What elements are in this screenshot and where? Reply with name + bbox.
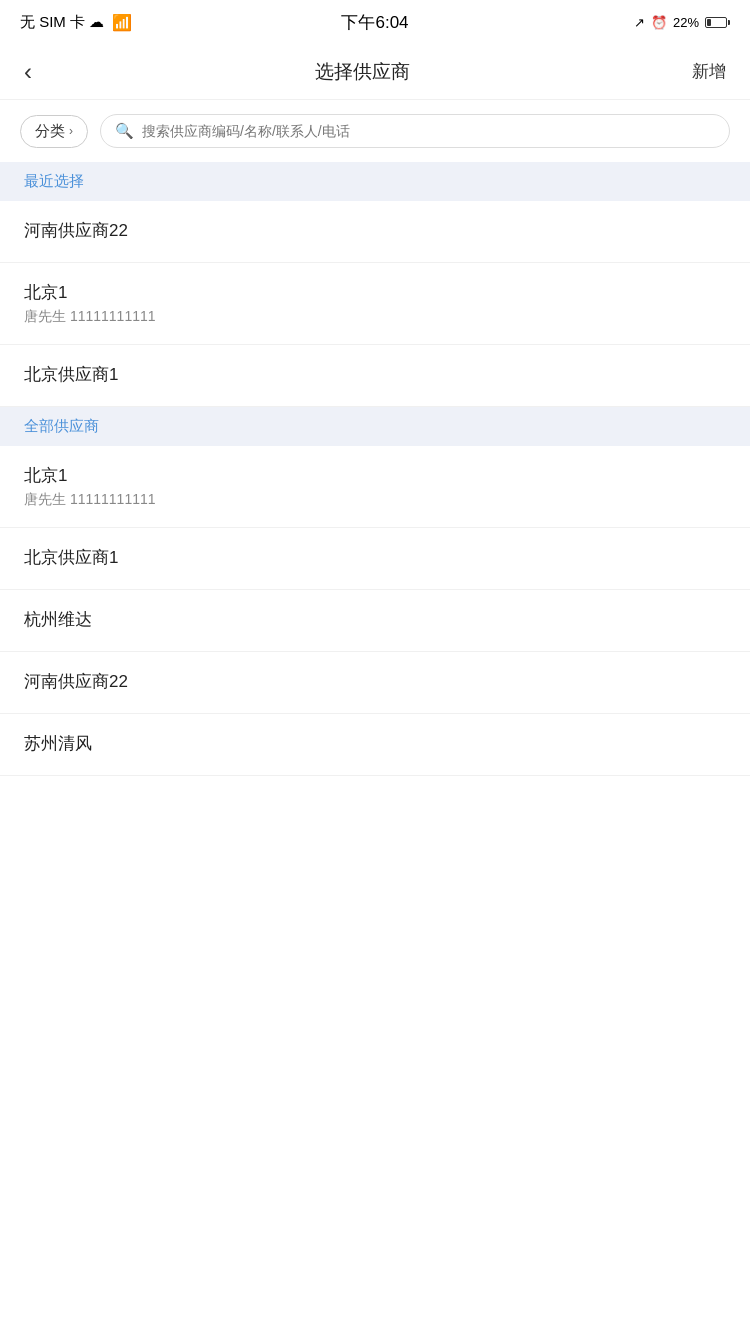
list-item[interactable]: 北京供应商1: [0, 345, 750, 407]
battery-percent: 22%: [673, 15, 699, 30]
item-sub: 唐先生 11111111111: [24, 308, 726, 326]
list-item[interactable]: 河南供应商22: [0, 652, 750, 714]
section-header-recent: 最近选择: [0, 162, 750, 201]
item-name: 北京供应商1: [24, 546, 726, 569]
status-left: 无 SIM 卡 ☁ 📶: [20, 13, 132, 32]
list-item[interactable]: 河南供应商22: [0, 201, 750, 263]
status-time: 下午6:04: [341, 11, 408, 34]
item-name: 苏州清风: [24, 732, 726, 755]
search-icon: 🔍: [115, 122, 134, 140]
list-item[interactable]: 北京1 唐先生 11111111111: [0, 263, 750, 345]
battery-icon: [705, 17, 730, 28]
item-name: 北京供应商1: [24, 363, 726, 386]
sim-label: 无 SIM 卡 ☁: [20, 13, 104, 32]
page-title: 选择供应商: [315, 59, 410, 85]
list-item[interactable]: 北京1 唐先生 11111111111: [0, 446, 750, 528]
list-item[interactable]: 北京供应商1: [0, 528, 750, 590]
sections-container: 最近选择河南供应商22 北京1 唐先生 11111111111 北京供应商1 全部供应商…: [0, 162, 750, 776]
nav-bar: ‹ 选择供应商 新增: [0, 44, 750, 100]
alarm-icon: ⏰: [651, 15, 667, 30]
item-name: 河南供应商22: [24, 670, 726, 693]
item-name: 杭州维达: [24, 608, 726, 631]
add-button[interactable]: 新增: [692, 60, 726, 83]
chevron-right-icon: ›: [69, 124, 73, 138]
item-name: 河南供应商22: [24, 219, 726, 242]
back-button[interactable]: ‹: [24, 58, 32, 86]
status-bar: 无 SIM 卡 ☁ 📶 下午6:04 ↗ ⏰ 22%: [0, 0, 750, 44]
search-box[interactable]: 🔍: [100, 114, 730, 148]
item-sub: 唐先生 11111111111: [24, 491, 726, 509]
item-name: 北京1: [24, 464, 726, 487]
category-button[interactable]: 分类 ›: [20, 115, 88, 148]
search-input[interactable]: [142, 123, 715, 139]
location-icon: ↗: [634, 15, 645, 30]
category-label: 分类: [35, 122, 65, 141]
item-name: 北京1: [24, 281, 726, 304]
wifi-icon: 📶: [112, 13, 132, 32]
status-right: ↗ ⏰ 22%: [634, 15, 730, 30]
list-item[interactable]: 杭州维达: [0, 590, 750, 652]
list-item[interactable]: 苏州清风: [0, 714, 750, 776]
section-header-all: 全部供应商: [0, 407, 750, 446]
filter-bar: 分类 › 🔍: [0, 100, 750, 162]
